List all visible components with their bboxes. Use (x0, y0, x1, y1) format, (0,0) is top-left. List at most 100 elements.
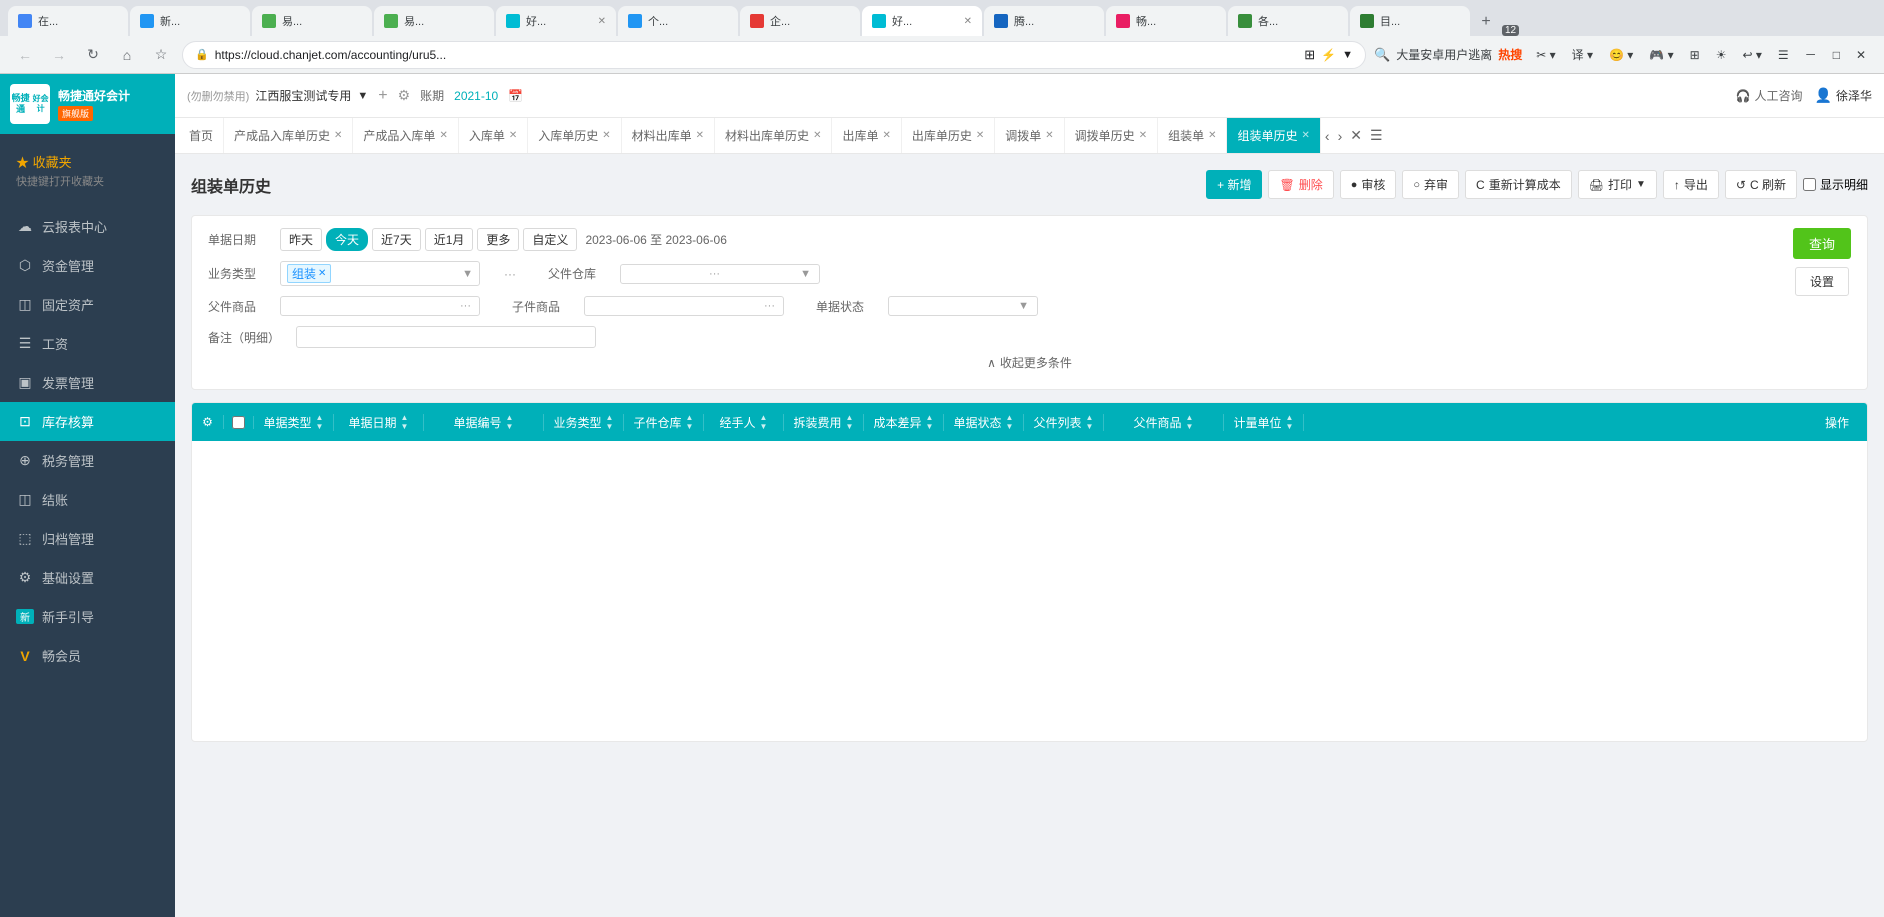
lightning-icon[interactable]: ⚡ (1321, 48, 1336, 62)
th-unit-sort[interactable]: ▲▼ (1286, 414, 1294, 431)
remarks-input[interactable] (296, 326, 596, 348)
bill-status-arrow[interactable]: ▼ (1018, 300, 1029, 312)
th-bill-no[interactable]: 单据编号 ▲▼ (424, 414, 544, 431)
page-tab-mat-outbound-hist[interactable]: 材料出库单历史 ✕ (715, 118, 832, 154)
period-value[interactable]: 2021-10 (454, 89, 498, 103)
th-bill-status[interactable]: 单据状态 ▲▼ (944, 414, 1024, 431)
th-biz-type-sort[interactable]: ▲▼ (606, 414, 614, 431)
audit-button[interactable]: ● 审核 (1340, 170, 1397, 199)
parent-warehouse-arrow[interactable]: ▼ (800, 268, 811, 280)
browser-tab-7[interactable]: 企... (740, 6, 860, 36)
add-company-button[interactable]: + (378, 87, 387, 105)
game-tool[interactable]: 🎮 ▾ (1643, 46, 1679, 64)
url-bar[interactable]: 🔒 https://cloud.chanjet.com/accounting/u… (182, 41, 1366, 69)
bill-status-select[interactable]: ▼ (888, 296, 1038, 316)
tab-more-menu[interactable]: ☰ (1366, 127, 1387, 144)
child-goods-select[interactable]: ··· (584, 296, 784, 316)
th-parent-goods-sort[interactable]: ▲▼ (1186, 414, 1194, 431)
close-prod-inbound[interactable]: ✕ (439, 130, 447, 141)
browser-tab-10[interactable]: 畅... (1106, 6, 1226, 36)
settings-gear-icon[interactable]: ⚙ (398, 87, 411, 104)
page-tab-home[interactable]: 首页 (179, 118, 224, 154)
sidebar-item-vip[interactable]: V 畅会员 (0, 636, 175, 675)
parent-goods-more[interactable]: ··· (460, 300, 471, 312)
calendar-icon[interactable]: 📅 (508, 89, 523, 103)
close-prod-inbound-hist[interactable]: ✕ (334, 130, 342, 141)
recalc-button[interactable]: C 重新计算成本 (1465, 170, 1572, 199)
sidebar-item-favorite[interactable]: ★ 收藏夹 快捷键打开收藏夹 (0, 142, 175, 199)
page-tab-inbound-hist[interactable]: 入库单历史 ✕ (528, 118, 621, 154)
page-tab-outbound[interactable]: 出库单 ✕ (832, 118, 901, 154)
close-assembly-hist[interactable]: ✕ (1302, 130, 1310, 141)
th-parent-list[interactable]: 父件列表 ▲▼ (1024, 414, 1104, 431)
brightness-tool[interactable]: ☀ (1710, 46, 1733, 64)
close-transfer-hist[interactable]: ✕ (1139, 130, 1147, 141)
browser-tab-12[interactable]: 目... (1350, 6, 1470, 36)
th-cost2[interactable]: 成本差异 ▲▼ (864, 414, 944, 431)
bookmark-button[interactable]: ☆ (148, 42, 174, 68)
child-goods-more[interactable]: ··· (764, 300, 775, 312)
scissors-tool[interactable]: ✂ ▾ (1530, 46, 1561, 64)
sidebar-item-invoice[interactable]: ▣ 发票管理 (0, 363, 175, 402)
th-bill-type-sort[interactable]: ▲▼ (316, 414, 324, 431)
tab-close-5[interactable]: ✕ (598, 16, 606, 27)
parent-goods-select[interactable]: ··· (280, 296, 480, 316)
page-tab-transfer[interactable]: 调拨单 ✕ (995, 118, 1064, 154)
th-checkbox[interactable] (224, 416, 254, 429)
close-outbound-hist[interactable]: ✕ (976, 130, 984, 141)
sidebar-item-settings[interactable]: ⚙ 基础设置 (0, 558, 175, 597)
browser-tab-1[interactable]: 在... (8, 6, 128, 36)
sidebar-item-tax[interactable]: ⊕ 税务管理 (0, 441, 175, 480)
home-button[interactable]: ⌂ (114, 42, 140, 68)
th-child-warehouse-sort[interactable]: ▲▼ (686, 414, 694, 431)
th-bill-date-sort[interactable]: ▲▼ (401, 414, 409, 431)
date-btn-custom[interactable]: 自定义 (523, 228, 577, 251)
biz-type-dropdown[interactable]: ▼ (462, 268, 473, 280)
date-btn-7days[interactable]: 近7天 (372, 228, 421, 251)
sidebar-item-inventory[interactable]: ⊡ 库存核算 (0, 402, 175, 441)
browser-tab-8[interactable]: 好... ✕ (862, 6, 982, 36)
delete-button[interactable]: 🗑 删除 (1268, 170, 1333, 199)
minimize-button[interactable]: － (1799, 44, 1823, 65)
support-button[interactable]: 🎧 人工咨询 (1736, 87, 1803, 104)
th-bill-type[interactable]: 单据类型 ▲▼ (254, 414, 334, 431)
page-tab-prod-inbound-hist[interactable]: 产成品入库单历史 ✕ (224, 118, 353, 154)
add-button[interactable]: + 新增 (1206, 170, 1262, 199)
tab-scroll-right[interactable]: › (1334, 128, 1347, 144)
maximize-button[interactable]: □ (1827, 46, 1846, 64)
forward-button[interactable]: → (46, 42, 72, 68)
date-btn-yesterday[interactable]: 昨天 (280, 228, 322, 251)
export-button[interactable]: ↑ 导出 (1663, 170, 1719, 199)
th-cost1-sort[interactable]: ▲▼ (846, 414, 854, 431)
dropdown-arrow[interactable]: ▼ (1342, 49, 1353, 61)
sidebar-item-fixed-assets[interactable]: ◫ 固定资产 (0, 285, 175, 324)
collapse-filter-button[interactable]: ∧ 收起更多条件 (208, 348, 1851, 377)
th-handler-sort[interactable]: ▲▼ (760, 414, 768, 431)
close-mat-outbound-hist[interactable]: ✕ (813, 130, 821, 141)
sidebar-item-cloud-report[interactable]: ☁ 云报表中心 (0, 207, 175, 246)
browser-tab-5[interactable]: 好... ✕ (496, 6, 616, 36)
th-bill-status-sort[interactable]: ▲▼ (1006, 414, 1014, 431)
page-tab-prod-inbound[interactable]: 产成品入库单 ✕ (353, 118, 458, 154)
sidebar-item-archive[interactable]: ⬚ 归档管理 (0, 519, 175, 558)
tab-close-8[interactable]: ✕ (964, 16, 972, 27)
th-parent-list-sort[interactable]: ▲▼ (1086, 414, 1094, 431)
th-bill-no-sort[interactable]: ▲▼ (506, 414, 514, 431)
sidebar-item-salary[interactable]: ☰ 工资 (0, 324, 175, 363)
page-tab-assembly-hist[interactable]: 组装单历史 ✕ (1227, 118, 1320, 154)
th-handler[interactable]: 经手人 ▲▼ (704, 414, 784, 431)
qr-icon[interactable]: ⊞ (1304, 47, 1315, 63)
sidebar-item-fund[interactable]: ⬡ 资金管理 (0, 246, 175, 285)
parent-warehouse-select[interactable]: ··· ▼ (620, 264, 820, 284)
browser-tab-6[interactable]: 个... (618, 6, 738, 36)
th-cost1[interactable]: 拆装费用 ▲▼ (784, 414, 864, 431)
biz-type-tag-remove[interactable]: ✕ (318, 268, 326, 279)
browser-tab-3[interactable]: 易... (252, 6, 372, 36)
close-mat-outbound[interactable]: ✕ (696, 130, 704, 141)
tab-scroll-left[interactable]: ‹ (1321, 128, 1334, 144)
sidebar-item-guide[interactable]: 新 新手引导 (0, 597, 175, 636)
select-all-checkbox[interactable] (232, 416, 245, 429)
display-detail-label[interactable]: 显示明细 (1803, 176, 1868, 193)
th-cost2-sort[interactable]: ▲▼ (926, 414, 934, 431)
filter-settings-button[interactable]: 设置 (1795, 267, 1849, 296)
